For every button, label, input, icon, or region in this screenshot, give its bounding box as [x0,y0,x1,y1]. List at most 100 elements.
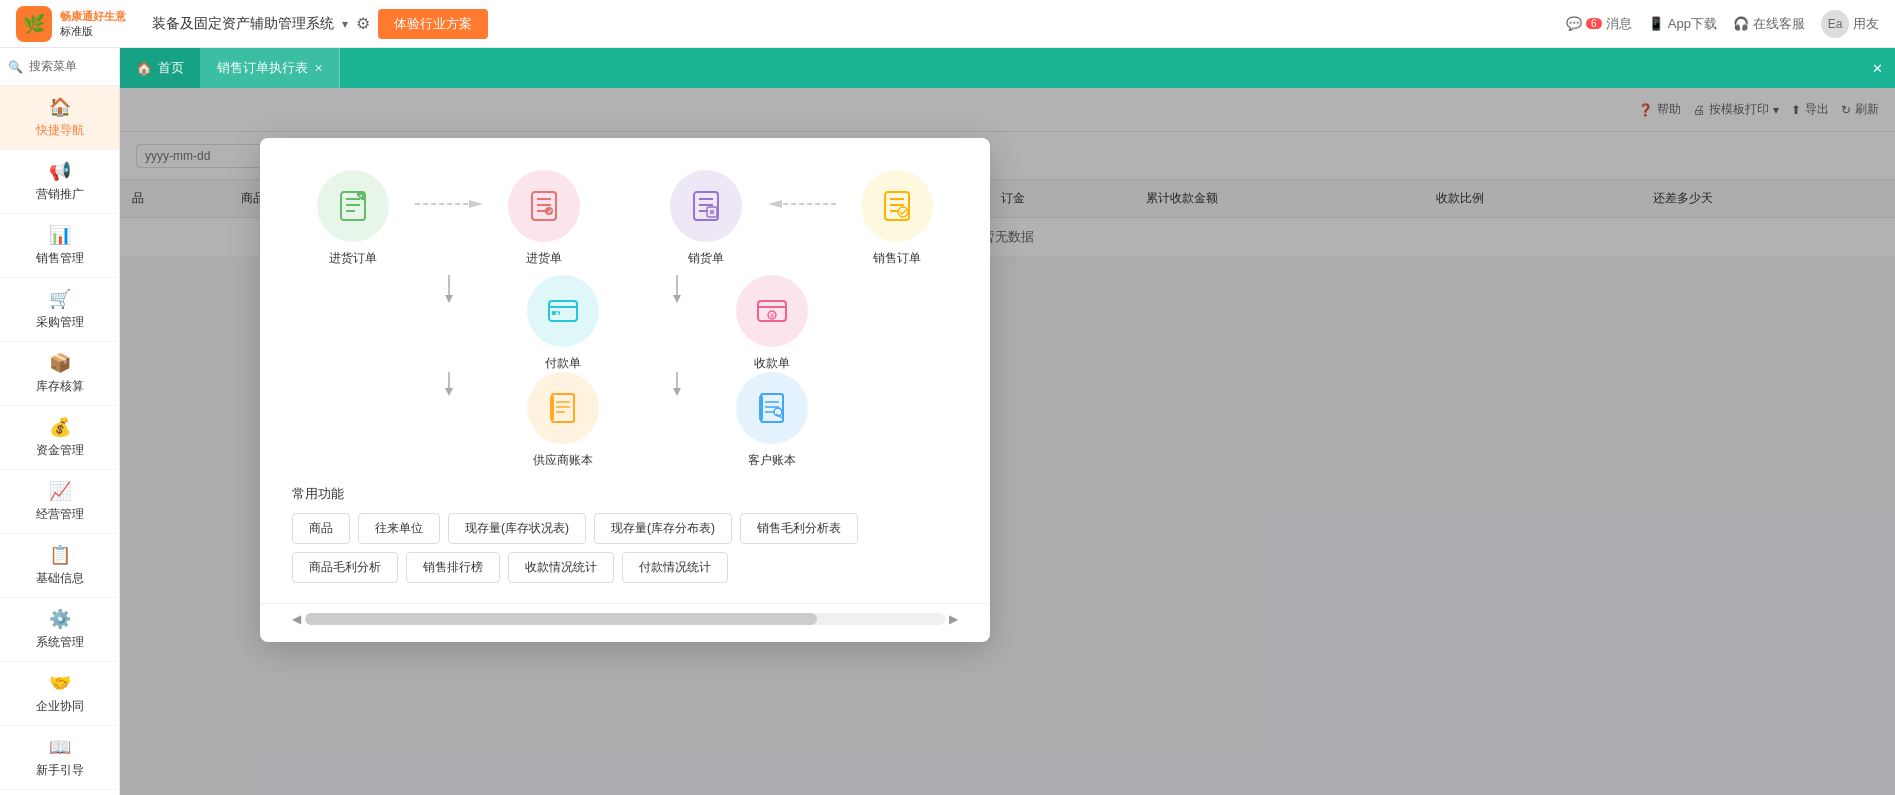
sidebar-icon-6: 📈 [49,480,71,502]
common-btn-4[interactable]: 销售毛利分析表 [740,513,858,544]
sidebar-item-10[interactable]: 📖新手引导 [0,726,119,790]
common-btn-2[interactable]: 现存量(库存状况表) [448,513,586,544]
sidebar-icon-0: 🏠 [49,96,71,118]
tab-close-icon[interactable]: ✕ [314,62,323,75]
message-badge: 6 [1586,18,1602,29]
flow-circle-sales-bill[interactable] [670,170,742,242]
sidebar-icon-2: 📊 [49,224,71,246]
sidebar-icon-8: ⚙️ [49,608,71,630]
svg-marker-6 [469,200,483,208]
common-btn-1[interactable]: 往来单位 [358,513,440,544]
sidebar-label-2: 销售管理 [36,250,84,267]
sidebar-label-4: 库存核算 [36,378,84,395]
flow-label-receipt: 收款单 [754,355,790,372]
search-icon: 🔍 [8,60,23,74]
flow-circle-payment[interactable]: ¥ [527,275,599,347]
user-area[interactable]: Ea 用友 [1821,10,1879,38]
flow-circle-customer-ledger[interactable] [736,372,808,444]
svg-rect-42 [550,396,554,420]
sidebar-label-8: 系统管理 [36,634,84,651]
online-service-label: 在线客服 [1753,15,1805,33]
flow-item-payment: ¥ 付款单 [501,275,625,372]
search-menu-btn[interactable]: 🔍 搜索菜单 [0,48,119,86]
trial-button[interactable]: 体验行业方案 [378,9,488,39]
common-buttons: 商品往来单位现存量(库存状况表) 现存量(库存分布表) 销售毛利分析表商品毛利分析销… [292,513,958,583]
svg-text:✓: ✓ [547,208,553,215]
common-section-title: 常用功能 [292,485,958,503]
modal-scroll-area: ◀ ▶ [260,603,990,642]
sidebar-item-1[interactable]: 📢营销推广 [0,150,119,214]
tab-bar-close-btn[interactable]: ✕ [1860,48,1895,88]
common-btn-5[interactable]: 商品毛利分析 [292,552,398,583]
sidebar-item-3[interactable]: 🛒 采购管理 [0,278,119,342]
scroll-row: ◀ ▶ [292,612,958,626]
online-service-btn[interactable]: 🎧 在线客服 [1733,15,1805,33]
sidebar-item-7[interactable]: 📋基础信息 [0,534,119,598]
scroll-track[interactable] [305,613,945,625]
svg-text:¥: ¥ [769,311,775,320]
flow-item-sales-bill: 销货单 [645,170,768,267]
common-btn-0[interactable]: 商品 [292,513,350,544]
tab-sales-order-label: 销售订单执行表 [217,59,308,77]
sidebar-label-9: 企业协同 [36,698,84,715]
tab-sales-order[interactable]: 销售订单执行表 ✕ [201,48,340,88]
sidebar-item-4[interactable]: 📦 库存核算 [0,342,119,406]
flow-circle-purchase-bill[interactable]: ✓ [508,170,580,242]
avatar-initials: Ea [1828,17,1843,31]
arrow-v-3 [416,372,481,396]
sidebar-label-6: 经营管理 [36,506,84,523]
flow-item-sales-order: 销售订单 [836,170,959,267]
common-btn-7[interactable]: 收款情况统计 [508,552,614,583]
tab-home-label: 首页 [158,59,184,77]
header-center: 装备及固定资产辅助管理系统 ▾ ⚙ 体验行业方案 [136,9,1566,39]
sidebar-icon-7: 📋 [49,544,71,566]
flow-circle-purchase-order[interactable] [317,170,389,242]
sidebar-item-5[interactable]: 💰资金管理 [0,406,119,470]
sidebar-item-2[interactable]: 📊 销售管理 [0,214,119,278]
content-area: 🏠 首页 销售订单执行表 ✕ ✕ ❓ 帮助 🖨 按模板打印 [120,48,1895,795]
flow-label-sales-order: 销售订单 [873,250,921,267]
common-btn-8[interactable]: 付款情况统计 [622,552,728,583]
scroll-right-arrow[interactable]: ▶ [949,612,958,626]
flow-row-3-wrapper: 供应商账本 客户账 [292,372,958,469]
app-download-btn[interactable]: 📱 App下载 [1648,15,1717,33]
brand-name: 畅康通好生意 [60,9,126,23]
flow-circle-receipt[interactable]: ¥ [736,275,808,347]
logo-area: 🌿 畅康通好生意 标准版 [16,6,136,42]
scroll-left-arrow[interactable]: ◀ [292,612,301,626]
modal-content: 进货订单 ✓ 进货单 [260,138,990,603]
sidebar-item-0[interactable]: 🏠快捷导航 [0,86,119,150]
system-dropdown-btn[interactable]: ▾ [342,17,348,31]
common-btn-6[interactable]: 销售排行榜 [406,552,500,583]
svg-rect-49 [759,396,763,420]
sidebar-item-9[interactable]: 🤝企业协同 [0,662,119,726]
sidebar-item-8[interactable]: ⚙️ 系统管理 [0,598,119,662]
message-btn[interactable]: 💬 6 消息 [1566,15,1632,33]
top-header: 🌿 畅康通好生意 标准版 装备及固定资产辅助管理系统 ▾ ⚙ 体验行业方案 💬 … [0,0,1895,48]
svg-marker-34 [673,295,681,303]
flow-circle-supplier-ledger[interactable] [527,372,599,444]
sidebar-label-1: 营销推广 [36,186,84,203]
sidebar-icon-5: 💰 [49,416,71,438]
flow-row-1: 进货订单 ✓ 进货单 [292,170,958,267]
logo-icon: 🌿 [16,6,52,42]
user-label: 用友 [1853,15,1879,33]
system-title: 装备及固定资产辅助管理系统 [152,15,334,33]
flow-label-customer-ledger: 客户账本 [748,452,796,469]
tab-home[interactable]: 🏠 首页 [120,48,201,88]
sidebar-icon-3: 🛒 [49,288,71,310]
flow-label-sales-bill: 销货单 [688,250,724,267]
settings-icon[interactable]: ⚙ [356,14,370,33]
arrow-v-2 [645,275,710,303]
sidebar-icon-4: 📦 [49,352,71,374]
flow-circle-sales-order[interactable] [861,170,933,242]
app-download-label: App下载 [1668,15,1717,33]
sidebar-label-3: 采购管理 [36,314,84,331]
sidebar-icon-10: 📖 [49,736,71,758]
sidebar-item-6[interactable]: 📈 经营管理 [0,470,119,534]
svg-rect-41 [552,394,574,422]
flow-label-payment: 付款单 [545,355,581,372]
common-btn-3[interactable]: 现存量(库存分布表) [594,513,732,544]
sidebar: 🔍 搜索菜单 🏠快捷导航📢营销推广 📊 销售管理 🛒 采购管理 📦 库存核算 💰资金管理 📈 经营… [0,48,120,795]
main-layout: 🔍 搜索菜单 🏠快捷导航📢营销推广 📊 销售管理 🛒 采购管理 📦 库存核算 💰资金管理 📈 经营… [0,48,1895,795]
